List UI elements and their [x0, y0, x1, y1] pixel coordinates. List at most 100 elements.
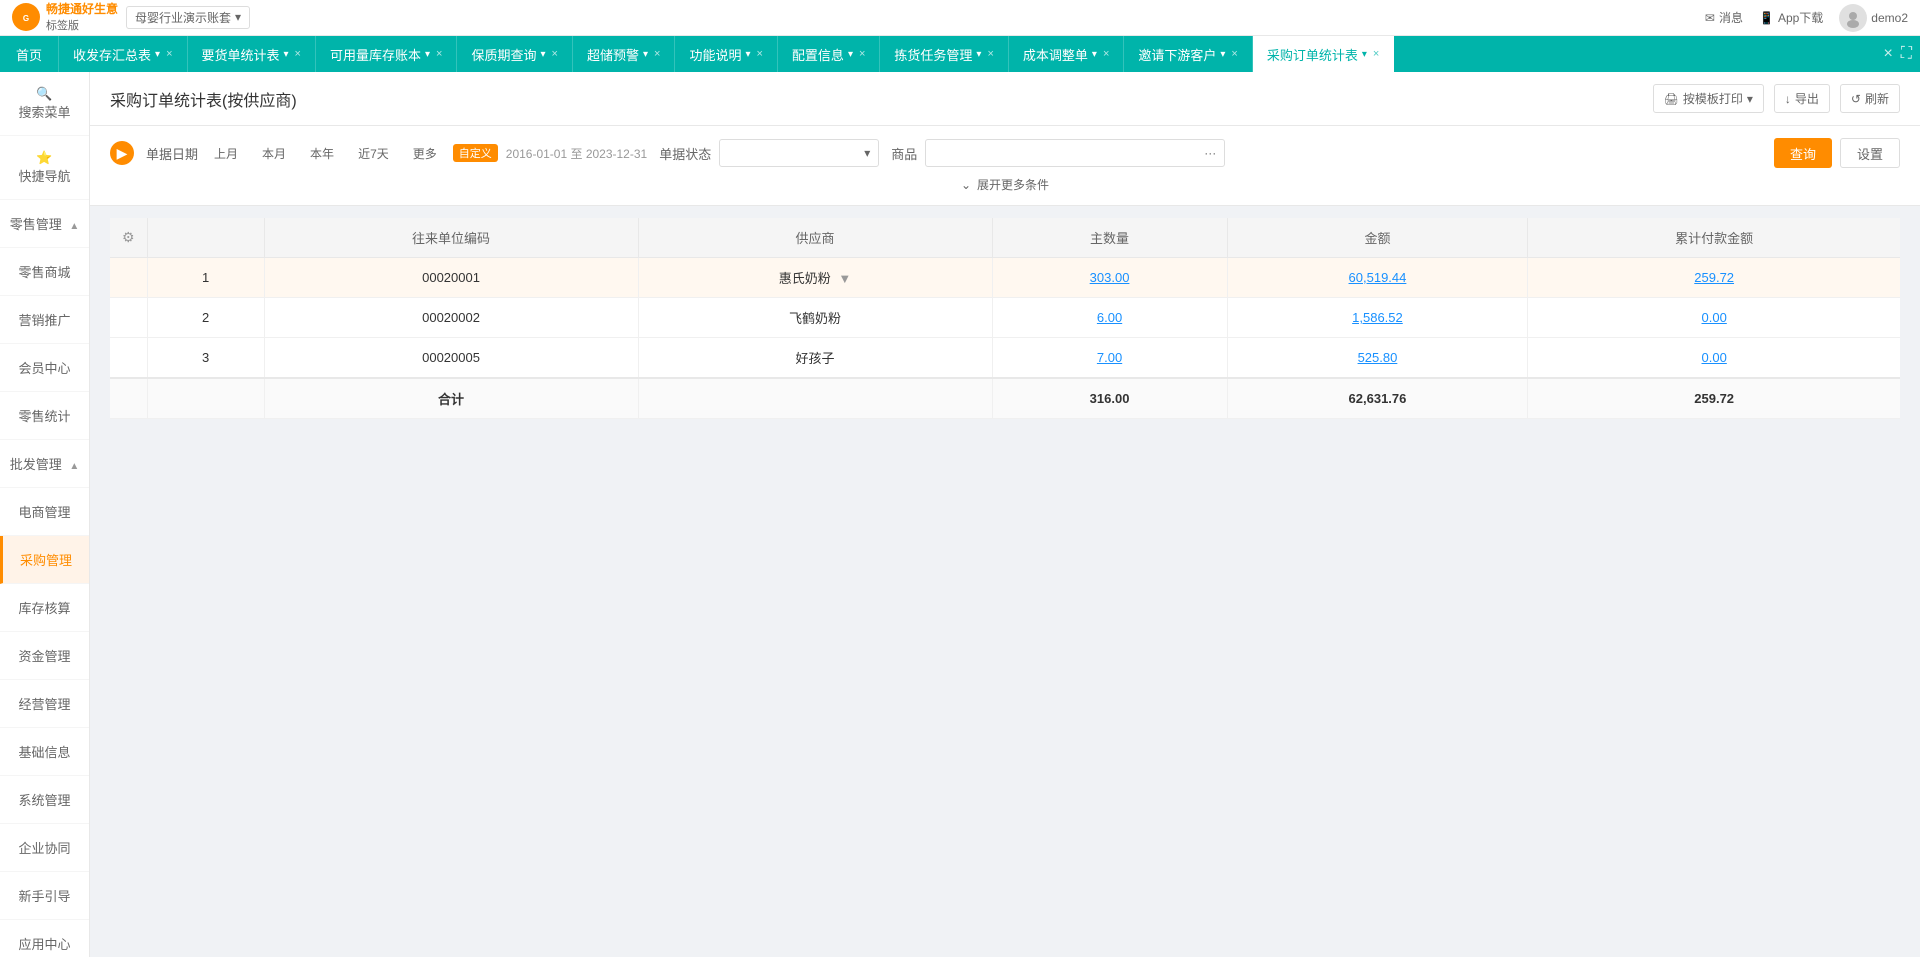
row-settings-cell [110, 338, 147, 379]
tab-overstock[interactable]: 超储预警 ▾ × [573, 36, 675, 72]
logo-area: G 畅捷通好生意 标签版 [12, 2, 118, 32]
close-icon[interactable]: × [552, 48, 558, 60]
sidebar-item-enterprise[interactable]: 企业协同 [0, 824, 89, 872]
sidebar-item-basic-info[interactable]: 基础信息 [0, 728, 89, 776]
settings-button[interactable]: 设置 [1840, 138, 1900, 168]
sidebar-item-inventory[interactable]: 库存核算 [0, 584, 89, 632]
close-icon[interactable]: × [756, 48, 762, 60]
tab-warranty-query[interactable]: 保质期查询 ▾ × [457, 36, 572, 72]
row-main-qty-cell: 6.00 [992, 298, 1227, 338]
sidebar-item-retail-mall[interactable]: 零售商城 [0, 248, 89, 296]
tab-purchase-summary[interactable]: 采购订单统计表 ▾ × [1253, 36, 1394, 72]
chevron-down-icon: ▾ [540, 49, 545, 60]
app-download-btn[interactable]: 📱 App下载 [1759, 9, 1823, 26]
user-area[interactable]: demo2 [1839, 4, 1908, 32]
main-qty-link[interactable]: 6.00 [1097, 310, 1122, 325]
export-button[interactable]: ↓ 导出 [1774, 84, 1830, 113]
close-icon[interactable]: × [987, 48, 993, 60]
filter-right-buttons: 查询 设置 [1774, 138, 1900, 168]
main-qty-link[interactable]: 303.00 [1090, 270, 1130, 285]
table-row: 2 00020002 飞鹤奶粉 6.00 1,586.52 0.00 [110, 298, 1900, 338]
supplier-name-text: 飞鹤奶粉 [789, 311, 841, 326]
row-supplier-name-cell: 飞鹤奶粉 [638, 298, 992, 338]
supplier-code-col-header: 往来单位编码 [264, 218, 638, 258]
sidebar-item-search[interactable]: 🔍 搜索菜单 [0, 72, 89, 136]
tab-config[interactable]: 配置信息 ▾ × [778, 36, 880, 72]
page-actions: 🖨 按模板打印 ▾ ↓ 导出 ↺ 刷新 [1653, 84, 1900, 113]
query-button[interactable]: 查询 [1774, 138, 1832, 168]
sidebar-item-purchase[interactable]: 采购管理 [0, 536, 89, 584]
tab-receive-send[interactable]: 收发存汇总表 ▾ × [59, 36, 187, 72]
sidebar-item-retail[interactable]: 零售管理 ▲ [0, 200, 89, 248]
amount-link[interactable]: 60,519.44 [1349, 270, 1407, 285]
close-icon[interactable]: × [295, 48, 301, 60]
sidebar-item-ecommerce[interactable]: 电商管理 [0, 488, 89, 536]
tab-inventory-account[interactable]: 可用量库存账本 ▾ × [316, 36, 457, 72]
close-tab-btn[interactable]: × [1883, 45, 1892, 63]
sidebar-item-marketing[interactable]: 营销推广 [0, 296, 89, 344]
sidebar-item-app-center[interactable]: 应用中心 [0, 920, 89, 957]
sidebar-item-operation[interactable]: 经营管理 [0, 680, 89, 728]
sidebar-item-new-guide[interactable]: 新手引导 [0, 872, 89, 920]
date-label: 单据日期 [146, 144, 198, 163]
close-icon[interactable]: × [859, 48, 865, 60]
close-icon[interactable]: × [1103, 48, 1109, 60]
amount-link[interactable]: 525.80 [1358, 350, 1398, 365]
tab-home[interactable]: 首页 [0, 36, 59, 72]
avatar [1839, 4, 1867, 32]
sidebar-item-finance[interactable]: 资金管理 [0, 632, 89, 680]
sidebar-item-wholesale[interactable]: 批发管理 ▲ [0, 440, 89, 488]
close-icon[interactable]: × [654, 48, 660, 60]
date-filter-field: 单据日期 上月 本月 本年 近7天 更多 自定义 2016-01-01 至 20… [146, 143, 647, 164]
close-icon[interactable]: × [1373, 48, 1379, 60]
expand-icon: ▲ [69, 221, 79, 232]
main-layout: 🔍 搜索菜单 ⭐ 快捷导航 零售管理 ▲ 零售商城 营销推广 会员中心 零售统计… [0, 72, 1920, 957]
sidebar-item-retail-stats[interactable]: 零售统计 [0, 392, 89, 440]
sidebar-item-system[interactable]: 系统管理 [0, 776, 89, 824]
settings-gear-icon[interactable]: ⚙ [122, 229, 135, 245]
date-btn-this-month[interactable]: 本月 [254, 143, 294, 164]
top-bar-right: ✉ 消息 📱 App下载 demo2 [1705, 4, 1908, 32]
row-paid-amount-cell: 0.00 [1528, 338, 1900, 379]
message-btn[interactable]: ✉ 消息 [1705, 9, 1743, 26]
status-select[interactable]: ▾ [719, 139, 879, 167]
paid-amount-link[interactable]: 0.00 [1702, 310, 1727, 325]
amount-link[interactable]: 1,586.52 [1352, 310, 1403, 325]
tab-function-label: 功能说明 [689, 45, 741, 64]
shortcut-icon: ⭐ [36, 150, 52, 165]
row-supplier-code-cell: 00020001 [264, 258, 638, 298]
footer-label-cell: 合计 [264, 378, 638, 419]
tab-function[interactable]: 功能说明 ▾ × [675, 36, 777, 72]
tab-pick-task[interactable]: 拣货任务管理 ▾ × [880, 36, 1008, 72]
chevron-down-icon: ▾ [1092, 49, 1097, 60]
workspace-selector[interactable]: 母婴行业演示账套 ▾ [126, 6, 250, 29]
date-btn-7days[interactable]: 近7天 [350, 143, 397, 164]
tab-cost-adjust[interactable]: 成本调整单 ▾ × [1009, 36, 1124, 72]
fullscreen-icon[interactable]: ⛶ [1901, 45, 1912, 63]
main-qty-link[interactable]: 7.00 [1097, 350, 1122, 365]
tab-pick-task-label: 拣货任务管理 [894, 45, 972, 64]
chevron-down-icon: ▾ [864, 146, 870, 160]
refresh-button[interactable]: ↺ 刷新 [1840, 84, 1900, 113]
filter-main-row: ▶ 单据日期 上月 本月 本年 近7天 更多 自定义 2016-01-01 至 … [110, 138, 1900, 168]
goods-label: 商品 [891, 144, 917, 163]
message-icon: ✉ [1705, 11, 1715, 25]
date-btn-last-month[interactable]: 上月 [206, 143, 246, 164]
paid-amount-link[interactable]: 0.00 [1702, 350, 1727, 365]
date-btn-more[interactable]: 更多 [405, 143, 445, 164]
logo-sub: 标签版 [46, 17, 118, 33]
close-icon[interactable]: × [166, 48, 172, 60]
tab-invite[interactable]: 邀请下游客户 ▾ × [1124, 36, 1252, 72]
sidebar-item-shortcut[interactable]: ⭐ 快捷导航 [0, 136, 89, 200]
date-btn-this-year[interactable]: 本年 [302, 143, 342, 164]
expand-more-btn[interactable]: ⌄ 展开更多条件 [110, 176, 1900, 193]
template-print-button[interactable]: 🖨 按模板打印 ▾ [1653, 84, 1764, 113]
sidebar-item-member[interactable]: 会员中心 [0, 344, 89, 392]
tab-requisition[interactable]: 要货单统计表 ▾ × [188, 36, 316, 72]
close-icon[interactable]: × [1231, 48, 1237, 60]
goods-input[interactable]: ··· [925, 139, 1225, 167]
paid-amount-link[interactable]: 259.72 [1694, 270, 1734, 285]
filter-toggle-btn[interactable]: ▶ [110, 141, 134, 165]
close-icon[interactable]: × [436, 48, 442, 60]
row-main-qty-cell: 303.00 [992, 258, 1227, 298]
